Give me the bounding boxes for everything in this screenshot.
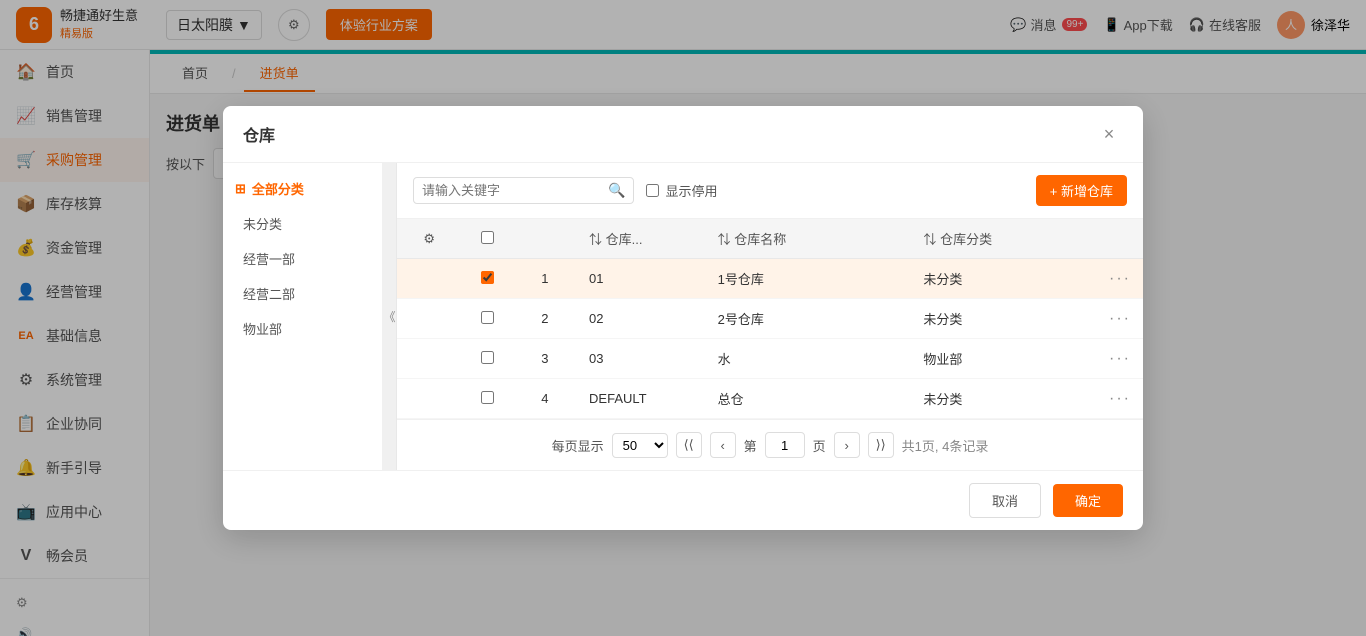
row-more-cell[interactable]: ···	[1066, 339, 1143, 379]
row-num-cell: 2	[513, 299, 577, 339]
select-all-checkbox[interactable]	[481, 231, 494, 244]
row-more-dots[interactable]: ···	[1109, 350, 1131, 367]
collapse-arrow-icon[interactable]: 《	[383, 163, 397, 470]
row-checkbox[interactable]	[481, 351, 494, 364]
page-last-btn[interactable]: ⟩⟩	[868, 432, 894, 458]
page-next-btn[interactable]: ›	[834, 432, 860, 458]
all-category[interactable]: ⊞ 全部分类	[223, 171, 382, 206]
per-page-label: 每页显示	[552, 436, 604, 455]
row-name-cell: 2号仓库	[706, 299, 912, 339]
search-input[interactable]	[422, 183, 602, 198]
row-name-cell: 1号仓库	[706, 259, 912, 299]
row-category-cell: 未分类	[911, 259, 1065, 299]
th-check	[461, 219, 512, 259]
modal-body: ⊞ 全部分类 未分类 经营一部 经营二部 物业部 《 🔍	[223, 163, 1143, 470]
page-size-select[interactable]: 50 100 200	[612, 433, 668, 458]
show-disabled-text: 显示停用	[665, 181, 717, 200]
row-name-cell: 水	[706, 339, 912, 379]
warehouse-modal: 仓库 × ⊞ 全部分类 未分类 经营一部 经营二部 物业部 《	[223, 106, 1143, 530]
cat-item-ops1[interactable]: 经营一部	[223, 241, 382, 276]
row-checkbox[interactable]	[481, 271, 494, 284]
th-name-label: 仓库名称	[734, 232, 786, 247]
row-category-cell: 未分类	[911, 299, 1065, 339]
modal-overlay[interactable]: 仓库 × ⊞ 全部分类 未分类 经营一部 经营二部 物业部 《	[0, 0, 1366, 636]
page-label: 页	[813, 436, 826, 455]
modal-close-button[interactable]: ×	[1095, 120, 1123, 148]
row-code-cell: 03	[577, 339, 706, 379]
row-category-cell: 未分类	[911, 379, 1065, 419]
th-code: ⇅ 仓库...	[577, 219, 706, 259]
grid-icon: ⊞	[235, 181, 246, 197]
table-header: ⚙ ⇅ 仓库... ⇅ 仓库名称	[397, 219, 1143, 259]
row-more-cell[interactable]: ···	[1066, 259, 1143, 299]
table-row[interactable]: 3 03 水 物业部 ···	[397, 339, 1143, 379]
row-check-cell[interactable]	[461, 299, 512, 339]
table-area: 🔍 显示停用 + 新增仓库 ⚙	[397, 163, 1143, 470]
new-warehouse-button[interactable]: + 新增仓库	[1036, 175, 1127, 206]
row-setting-cell	[397, 379, 461, 419]
row-check-cell[interactable]	[461, 339, 512, 379]
th-num	[513, 219, 577, 259]
pagination: 每页显示 50 100 200 ⟨⟨ ‹ 第 页 › ⟩⟩ 共1页, 4条记录	[397, 419, 1143, 470]
row-more-dots[interactable]: ···	[1109, 270, 1131, 287]
page-of-label: 第	[744, 436, 757, 455]
collapse-btn[interactable]: 《	[383, 163, 397, 470]
search-input-wrap: 🔍	[413, 177, 634, 204]
page-info: 共1页, 4条记录	[902, 436, 989, 455]
row-category-cell: 物业部	[911, 339, 1065, 379]
table-row[interactable]: 4 DEFAULT 总仓 未分类 ···	[397, 379, 1143, 419]
row-check-cell[interactable]	[461, 379, 512, 419]
row-check-cell[interactable]	[461, 259, 512, 299]
search-icon: 🔍	[608, 182, 625, 199]
row-name-cell: 总仓	[706, 379, 912, 419]
row-more-cell[interactable]: ···	[1066, 299, 1143, 339]
page-prev-btn[interactable]: ‹	[710, 432, 736, 458]
th-more	[1066, 219, 1143, 259]
table-row[interactable]: 1 01 1号仓库 未分类 ···	[397, 259, 1143, 299]
sort-icon-cat: ⇅	[923, 232, 936, 247]
sort-icon-name: ⇅	[718, 232, 731, 247]
cat-item-ops2[interactable]: 经营二部	[223, 276, 382, 311]
all-category-label: 全部分类	[252, 179, 304, 198]
table-toolbar: 🔍 显示停用 + 新增仓库	[397, 163, 1143, 219]
th-code-label: 仓库...	[606, 232, 643, 247]
cancel-button[interactable]: 取消	[969, 483, 1041, 518]
table-wrap: ⚙ ⇅ 仓库... ⇅ 仓库名称	[397, 219, 1143, 419]
row-more-dots[interactable]: ···	[1109, 310, 1131, 327]
cat-item-unclassified[interactable]: 未分类	[223, 206, 382, 241]
page-input[interactable]	[765, 432, 805, 458]
row-num-cell: 3	[513, 339, 577, 379]
row-code-cell: DEFAULT	[577, 379, 706, 419]
modal-header: 仓库 ×	[223, 106, 1143, 163]
page-first-btn[interactable]: ⟨⟨	[676, 432, 702, 458]
row-num-cell: 4	[513, 379, 577, 419]
confirm-button[interactable]: 确定	[1053, 484, 1123, 517]
row-checkbox[interactable]	[481, 391, 494, 404]
th-category-label: 仓库分类	[940, 232, 992, 247]
row-checkbox[interactable]	[481, 311, 494, 324]
category-sidebar: ⊞ 全部分类 未分类 经营一部 经营二部 物业部	[223, 163, 383, 470]
row-num-cell: 1	[513, 259, 577, 299]
row-code-cell: 01	[577, 259, 706, 299]
row-setting-cell	[397, 259, 461, 299]
table-row[interactable]: 2 02 2号仓库 未分类 ···	[397, 299, 1143, 339]
th-name: ⇅ 仓库名称	[706, 219, 912, 259]
table-body: 1 01 1号仓库 未分类 ··· 2 02 2号仓库 未分类 ··· 3 03…	[397, 259, 1143, 419]
show-disabled-checkbox[interactable]	[646, 184, 659, 197]
modal-title: 仓库	[243, 122, 275, 146]
show-disabled-label[interactable]: 显示停用	[646, 181, 717, 200]
modal-footer: 取消 确定	[223, 470, 1143, 530]
th-category: ⇅ 仓库分类	[911, 219, 1065, 259]
cat-item-property[interactable]: 物业部	[223, 311, 382, 346]
row-setting-cell	[397, 339, 461, 379]
row-more-dots[interactable]: ···	[1109, 390, 1131, 407]
row-setting-cell	[397, 299, 461, 339]
row-more-cell[interactable]: ···	[1066, 379, 1143, 419]
warehouse-table: ⚙ ⇅ 仓库... ⇅ 仓库名称	[397, 219, 1143, 419]
th-settings: ⚙	[397, 219, 461, 259]
row-code-cell: 02	[577, 299, 706, 339]
sort-icon: ⇅	[589, 232, 602, 247]
